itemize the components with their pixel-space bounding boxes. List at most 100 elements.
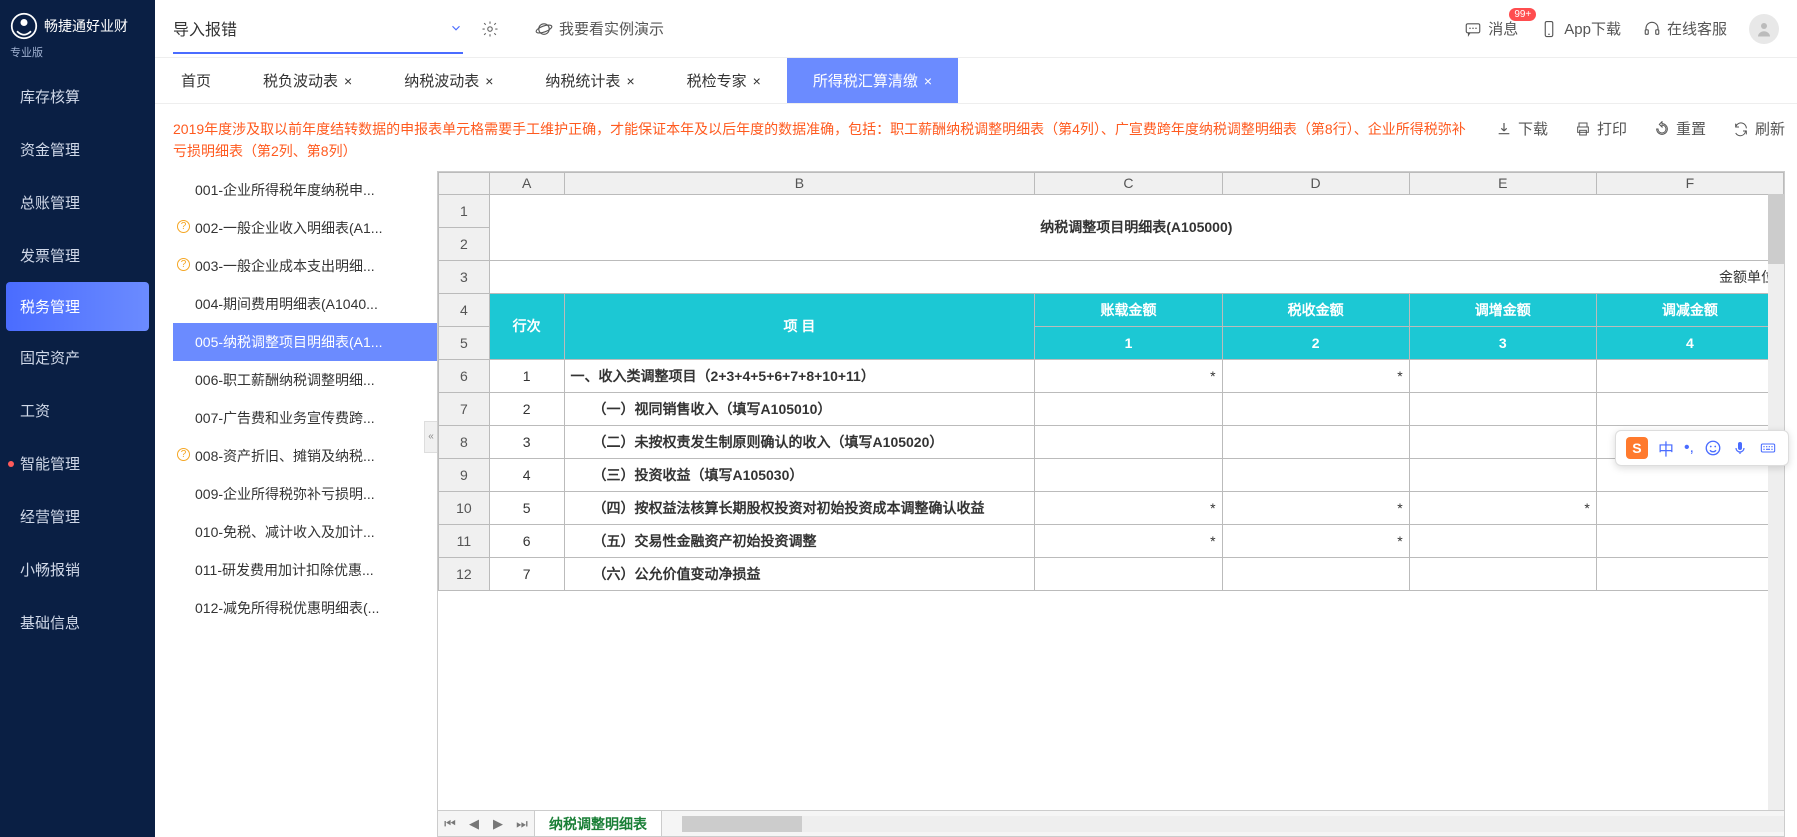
close-icon[interactable]: × — [753, 73, 761, 89]
demo-link[interactable]: 我要看实例演示 — [535, 18, 664, 39]
tab[interactable]: 税负波动表× — [237, 58, 378, 103]
cell-value[interactable] — [1409, 524, 1596, 557]
form-tree-item[interactable]: ?003-一般企业成本支出明细... — [173, 247, 437, 285]
cell-value[interactable] — [1035, 425, 1222, 458]
tab[interactable]: 税检专家× — [661, 58, 787, 103]
nav-item[interactable]: 智能管理 — [0, 437, 155, 490]
form-tree-item[interactable]: 009-企业所得税弥补亏损明... — [173, 475, 437, 513]
app-download-button[interactable]: App下载 — [1540, 18, 1621, 39]
cell-value[interactable] — [1222, 458, 1409, 491]
row-header[interactable]: 10 — [439, 491, 490, 524]
form-tree-item[interactable]: 007-广告费和业务宣传费跨... — [173, 399, 437, 437]
nav-item[interactable]: 税务管理 — [6, 282, 149, 331]
sheet-corner[interactable] — [439, 172, 490, 194]
sheet-grid[interactable]: ABCDEF1纳税调整项目明细表(A105000)23金额单位4行次项 目账载金… — [438, 172, 1784, 810]
ime-punct-icon[interactable]: •, — [1684, 439, 1694, 457]
nav-item[interactable]: 总账管理 — [0, 176, 155, 229]
form-tree-item[interactable]: 011-研发费用加计扣除优惠... — [173, 551, 437, 589]
collapse-handle[interactable]: « — [424, 421, 437, 453]
tab[interactable]: 纳税统计表× — [519, 58, 660, 103]
nav-item[interactable]: 库存核算 — [0, 70, 155, 123]
ime-emoji-icon[interactable] — [1704, 439, 1722, 457]
nav-item[interactable]: 小畅报销 — [0, 543, 155, 596]
cell-value[interactable]: * — [1035, 359, 1222, 392]
vertical-scrollbar[interactable] — [1768, 194, 1784, 810]
ime-keyboard-icon[interactable] — [1758, 440, 1778, 456]
ime-mic-icon[interactable] — [1732, 439, 1748, 457]
nav-item[interactable]: 基础信息 — [0, 596, 155, 649]
row-header[interactable]: 6 — [439, 359, 490, 392]
cell-value[interactable] — [1222, 425, 1409, 458]
form-tree-item[interactable]: 004-期间费用明细表(A1040... — [173, 285, 437, 323]
cell-value[interactable]: * — [1035, 524, 1222, 557]
cell-value[interactable] — [1035, 458, 1222, 491]
cell-value[interactable] — [1409, 458, 1596, 491]
column-header[interactable]: C — [1035, 172, 1222, 194]
import-error-select[interactable]: 导入报错 — [173, 16, 463, 54]
cell-value[interactable] — [1596, 557, 1783, 590]
row-header[interactable]: 3 — [439, 260, 490, 293]
reset-button[interactable]: 重置 — [1653, 118, 1706, 139]
form-tree-item[interactable]: ?002-一般企业收入明细表(A1... — [173, 209, 437, 247]
cell-value[interactable] — [1409, 392, 1596, 425]
sheet-nav-first[interactable]: ⏮ — [438, 816, 462, 832]
form-tree-item[interactable]: 006-职工薪酬纳税调整明细... — [173, 361, 437, 399]
column-header[interactable]: B — [564, 172, 1035, 194]
row-header[interactable]: 11 — [439, 524, 490, 557]
close-icon[interactable]: × — [344, 73, 352, 89]
row-header[interactable]: 1 — [439, 194, 490, 227]
sheet-tab[interactable]: 纳税调整明细表 — [534, 810, 662, 837]
close-icon[interactable]: × — [626, 73, 634, 89]
sheet-nav-next[interactable]: ▶ — [486, 816, 510, 832]
cell-value[interactable]: * — [1222, 524, 1409, 557]
cell-value[interactable] — [1409, 359, 1596, 392]
sheet-nav-last[interactable]: ⏭ — [510, 816, 534, 832]
cell-value[interactable] — [1035, 392, 1222, 425]
row-header[interactable]: 12 — [439, 557, 490, 590]
column-header[interactable]: D — [1222, 172, 1409, 194]
row-header[interactable]: 9 — [439, 458, 490, 491]
cell-value[interactable] — [1596, 491, 1783, 524]
cell-value[interactable]: * — [1596, 524, 1783, 557]
cell-value[interactable]: * — [1409, 491, 1596, 524]
cell-value[interactable]: * — [1035, 491, 1222, 524]
gear-icon[interactable] — [481, 20, 499, 38]
row-header[interactable]: 4 — [439, 293, 490, 326]
ime-toolbar[interactable]: S 中 •, — [1615, 430, 1789, 466]
nav-item[interactable]: 工资 — [0, 384, 155, 437]
download-button[interactable]: 下载 — [1495, 118, 1548, 139]
online-service-button[interactable]: 在线客服 — [1643, 18, 1727, 39]
nav-item[interactable]: 固定资产 — [0, 331, 155, 384]
nav-item[interactable]: 经营管理 — [0, 490, 155, 543]
form-tree-item[interactable]: 010-免税、减计收入及加计... — [173, 513, 437, 551]
close-icon[interactable]: × — [485, 73, 493, 89]
form-tree-item[interactable]: ?008-资产折旧、摊销及纳税... — [173, 437, 437, 475]
column-header[interactable]: F — [1596, 172, 1783, 194]
cell-value[interactable] — [1596, 392, 1783, 425]
form-tree-item[interactable]: 005-纳税调整项目明细表(A1... — [173, 323, 437, 361]
row-header[interactable]: 7 — [439, 392, 490, 425]
messages-button[interactable]: 消息 99+ — [1464, 18, 1518, 39]
row-header[interactable]: 5 — [439, 326, 490, 359]
tab[interactable]: 所得税汇算清缴× — [787, 58, 958, 103]
close-icon[interactable]: × — [924, 73, 932, 89]
form-tree-item[interactable]: 012-减免所得税优惠明细表(... — [173, 589, 437, 627]
refresh-button[interactable]: 刷新 — [1732, 118, 1785, 139]
nav-item[interactable]: 发票管理 — [0, 229, 155, 282]
sheet-nav-prev[interactable]: ◀ — [462, 816, 486, 832]
avatar[interactable] — [1749, 14, 1779, 44]
column-header[interactable]: E — [1409, 172, 1596, 194]
column-header[interactable]: A — [489, 172, 564, 194]
ime-lang-toggle[interactable]: 中 — [1658, 436, 1674, 460]
cell-value[interactable] — [1222, 557, 1409, 590]
horizontal-scrollbar[interactable] — [682, 816, 1784, 832]
cell-value[interactable] — [1222, 392, 1409, 425]
row-header[interactable]: 2 — [439, 227, 490, 260]
cell-value[interactable] — [1409, 557, 1596, 590]
row-header[interactable]: 8 — [439, 425, 490, 458]
tab[interactable]: 首页 — [155, 58, 237, 103]
tab[interactable]: 纳税波动表× — [378, 58, 519, 103]
print-button[interactable]: 打印 — [1574, 118, 1627, 139]
cell-value[interactable] — [1409, 425, 1596, 458]
cell-value[interactable]: * — [1222, 359, 1409, 392]
